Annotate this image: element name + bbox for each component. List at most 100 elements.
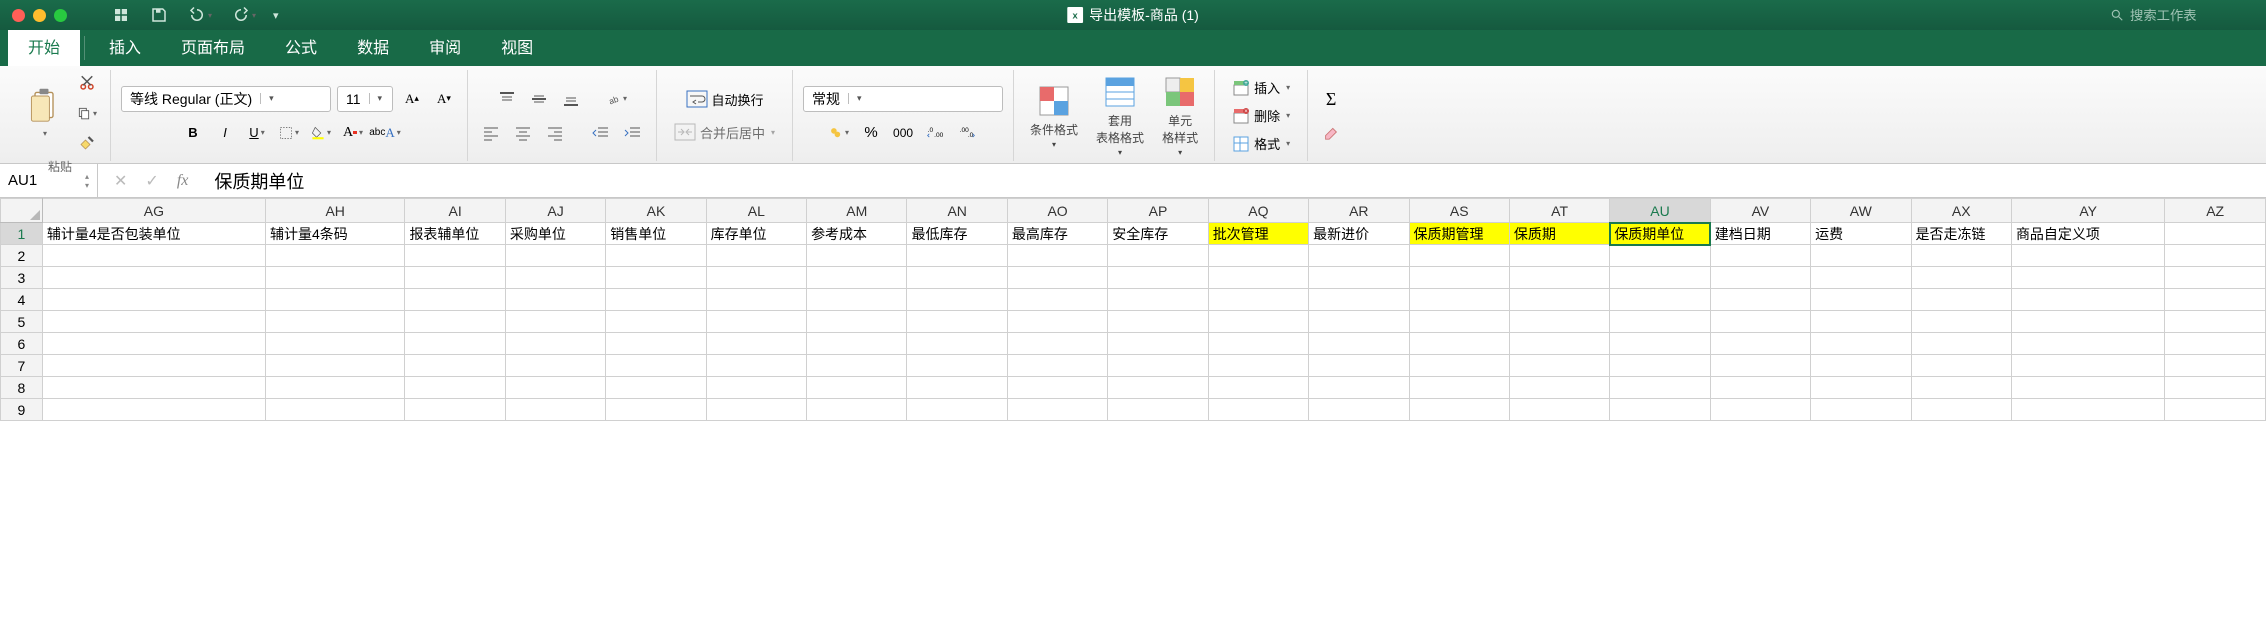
column-header[interactable]: AP (1108, 199, 1208, 223)
cell[interactable]: 商品自定义项 (2011, 223, 2164, 245)
align-bottom-button[interactable] (558, 86, 584, 112)
cell[interactable] (1710, 311, 1810, 333)
zoom-window[interactable] (54, 9, 67, 22)
cell[interactable] (42, 399, 265, 421)
cell[interactable] (1108, 311, 1208, 333)
cell[interactable] (1409, 377, 1509, 399)
cell[interactable] (1509, 289, 1609, 311)
row-header[interactable]: 2 (1, 245, 43, 267)
cell[interactable] (1007, 377, 1107, 399)
cell[interactable] (1108, 355, 1208, 377)
cell[interactable] (606, 267, 706, 289)
column-header[interactable]: AO (1007, 199, 1107, 223)
format-cells-button[interactable]: 格式 (1225, 131, 1297, 156)
cell[interactable]: 参考成本 (807, 223, 907, 245)
cell[interactable] (1208, 245, 1308, 267)
cell[interactable] (265, 245, 404, 267)
cell[interactable] (706, 289, 806, 311)
cell[interactable]: 辅计量4条码 (265, 223, 404, 245)
row-header[interactable]: 8 (1, 377, 43, 399)
cell[interactable] (706, 245, 806, 267)
phonetic-button[interactable]: abcA (372, 120, 398, 146)
tab-home[interactable]: 开始 (8, 26, 80, 66)
cell[interactable] (1409, 289, 1509, 311)
cell[interactable] (42, 377, 265, 399)
cell[interactable] (606, 245, 706, 267)
cell[interactable] (1710, 333, 1810, 355)
cell[interactable]: 库存单位 (706, 223, 806, 245)
borders-button[interactable] (276, 120, 302, 146)
cell[interactable] (405, 267, 505, 289)
cell[interactable] (907, 311, 1007, 333)
cell[interactable]: 销售单位 (606, 223, 706, 245)
row-header[interactable]: 4 (1, 289, 43, 311)
tab-data[interactable]: 数据 (337, 26, 409, 66)
align-middle-button[interactable] (526, 86, 552, 112)
save-icon[interactable] (147, 3, 171, 27)
cell[interactable] (1911, 267, 2011, 289)
format-as-table-button[interactable]: 套用 表格格式▾ (1090, 70, 1150, 161)
cell[interactable] (2165, 245, 2266, 267)
cell[interactable] (1610, 311, 1710, 333)
cell[interactable] (1811, 399, 1911, 421)
row-header[interactable]: 9 (1, 399, 43, 421)
column-header[interactable]: AM (807, 199, 907, 223)
cell[interactable] (1309, 399, 1409, 421)
cell[interactable] (807, 399, 907, 421)
cell-styles-button[interactable]: 单元 格样式▾ (1156, 70, 1204, 161)
cell[interactable] (2165, 355, 2266, 377)
cell[interactable] (1811, 377, 1911, 399)
cell[interactable] (706, 267, 806, 289)
cell[interactable] (1108, 399, 1208, 421)
cell[interactable] (42, 311, 265, 333)
cell[interactable] (42, 267, 265, 289)
cell[interactable] (42, 245, 265, 267)
cell[interactable]: 批次管理 (1208, 223, 1308, 245)
cell[interactable] (1811, 333, 1911, 355)
cell[interactable] (1208, 311, 1308, 333)
column-header[interactable]: AZ (2165, 199, 2266, 223)
bold-button[interactable]: B (180, 120, 206, 146)
cell[interactable] (1811, 267, 1911, 289)
cell[interactable] (706, 355, 806, 377)
cell[interactable] (606, 399, 706, 421)
tab-formulas[interactable]: 公式 (265, 26, 337, 66)
cell[interactable]: 是否走冻链 (1911, 223, 2011, 245)
decrease-indent-button[interactable] (588, 120, 614, 146)
cell[interactable]: 保质期单位 (1610, 223, 1710, 245)
cell[interactable] (505, 289, 605, 311)
cell[interactable] (2011, 267, 2164, 289)
column-header[interactable]: AR (1309, 199, 1409, 223)
column-header[interactable]: AL (706, 199, 806, 223)
cell[interactable] (2165, 377, 2266, 399)
cell[interactable]: 保质期管理 (1409, 223, 1509, 245)
cell[interactable] (1710, 377, 1810, 399)
cell[interactable] (1108, 333, 1208, 355)
cell[interactable] (405, 377, 505, 399)
cell[interactable] (706, 399, 806, 421)
cell[interactable] (1509, 399, 1609, 421)
cell[interactable] (807, 245, 907, 267)
cell[interactable] (1007, 311, 1107, 333)
cell[interactable] (2011, 311, 2164, 333)
font-size-combo[interactable]: 11▾ (337, 86, 393, 112)
delete-cells-button[interactable]: ×删除 (1225, 103, 1297, 128)
column-header[interactable]: AT (1509, 199, 1609, 223)
cell[interactable] (807, 289, 907, 311)
cell[interactable] (2165, 311, 2266, 333)
cell[interactable] (42, 333, 265, 355)
cell[interactable] (1208, 377, 1308, 399)
autosum-button[interactable]: Σ (1318, 87, 1344, 113)
cell[interactable] (1509, 377, 1609, 399)
column-header[interactable]: AH (265, 199, 404, 223)
cell-reference-input[interactable] (8, 172, 68, 189)
cell[interactable] (2165, 223, 2266, 245)
spreadsheet-grid[interactable]: AGAHAIAJAKALAMANAOAPAQARASATAUAVAWAXAYAZ… (0, 198, 2266, 421)
cell[interactable] (2165, 289, 2266, 311)
orientation-button[interactable]: ab (604, 86, 630, 112)
cell[interactable] (1509, 245, 1609, 267)
cell[interactable] (1509, 267, 1609, 289)
cell[interactable] (2011, 377, 2164, 399)
cell[interactable] (1208, 289, 1308, 311)
cell[interactable]: 最高库存 (1007, 223, 1107, 245)
